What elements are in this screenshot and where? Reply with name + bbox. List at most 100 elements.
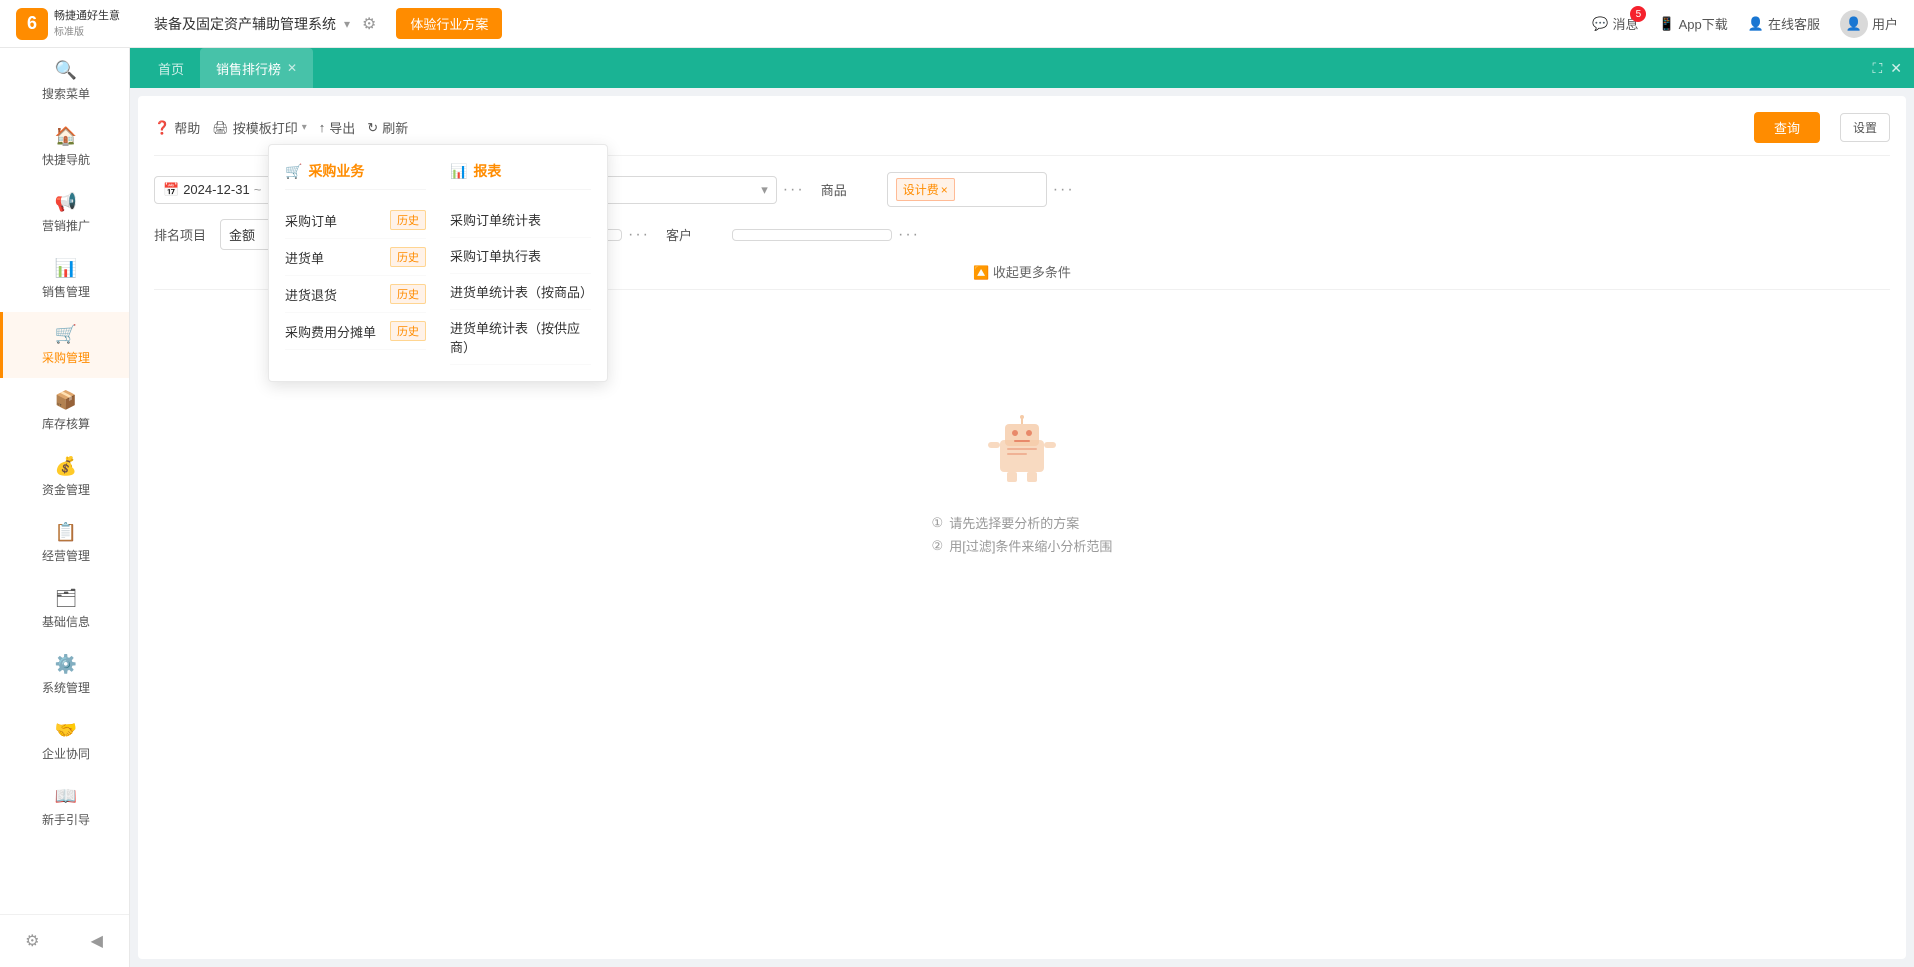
sidebar-label-finance: 资金管理 [42,481,90,498]
incoming-history-badge: 历史 [390,247,426,267]
dropdown-item-purchase-order-stat[interactable]: 采购订单统计表 [450,202,591,238]
dropdown-arrow-icon[interactable]: ▾ [344,17,350,31]
finance-icon: 💰 [55,456,77,477]
phone-icon: 📱 [1658,16,1674,32]
refresh-icon: ↻ [367,120,378,136]
sidebar-label-quicknav: 快捷导航 [42,151,90,168]
rank-item-value: 金额 [229,225,255,244]
collapse-label: 收起更多条件 [993,265,1071,280]
system-icon: ⚙️ [55,654,77,675]
sidebar-settings-btn[interactable]: ⚙ [0,923,65,959]
export-btn[interactable]: ↑ 导出 [319,118,356,137]
purchase-cost-history-badge: 历史 [390,321,426,341]
tab-close-all-icon[interactable]: ✕ [1890,60,1902,77]
sidebar-item-system[interactable]: ⚙️ 系统管理 [0,642,129,708]
page-content: ❓ 帮助 🖨 按模板打印 ▾ ↑ 导出 ↻ 刷新 [138,96,1906,959]
content-area: 首页 销售排行榜 ✕ ⛶ ✕ ❓ 帮助 [130,48,1914,967]
query-button[interactable]: 查询 [1754,112,1820,143]
step2-icon: ② [932,538,944,554]
doc-status-more-icon[interactable]: ··· [783,181,805,199]
help-btn[interactable]: ❓ 帮助 [154,118,200,137]
purchase-col-title: 🛒 采购业务 [285,161,426,190]
settings-icon[interactable]: ⚙ [358,10,380,38]
purchase-cost-label: 采购费用分摊单 [285,322,376,341]
user-btn[interactable]: 👤 用户 [1840,10,1898,38]
dropdown-item-incoming-stat-supplier[interactable]: 进货单统计表（按供应商） [450,310,591,365]
sidebar-item-marketing[interactable]: 📢 营销推广 [0,180,129,246]
dropdown-item-purchase-cost[interactable]: 采购费用分摊单 历史 [285,313,426,350]
tab-fullscreen-icon[interactable]: ⛶ [1872,60,1882,77]
purchase-order-stat-label: 采购订单统计表 [450,210,541,229]
main-area: 🔍 搜索菜单 🏠 快捷导航 📢 营销推广 📊 销售管理 🛒 采购管理 📦 [0,48,1914,967]
export-icon: ↑ [319,120,326,135]
settings-button[interactable]: 设置 [1840,113,1890,142]
collapse-icon: 🔼 [973,265,989,280]
customer-more-icon[interactable]: ··· [898,226,920,244]
salesperson-more-icon[interactable]: ··· [628,226,650,244]
goods-tag-close[interactable]: × [941,183,948,197]
goods-more-icon[interactable]: ··· [1053,181,1075,199]
reports-col: 📊 报表 采购订单统计表 采购订单执行表 进货单统计表（按商品） [450,161,591,365]
print-arrow-icon: ▾ [302,122,307,133]
sidebar-item-basicinfo[interactable]: 🗂 基础信息 [0,576,129,642]
print-btn[interactable]: 🖨 按模板打印 ▾ [212,118,307,137]
incoming-stat-goods-label: 进货单统计表（按商品） [450,282,591,301]
goods-tag: 设计费 × [896,178,955,201]
help-icon: ❓ [154,120,170,136]
sidebar-item-purchase[interactable]: 🛒 采购管理 [0,312,129,378]
calendar-icon: 📅 [163,182,179,198]
tab-home[interactable]: 首页 [142,48,200,88]
sidebar-item-sales[interactable]: 📊 销售管理 [0,246,129,312]
operations-icon: 📋 [55,522,77,543]
user-label: 用户 [1872,14,1898,33]
incoming-stat-supplier-label: 进货单统计表（按供应商） [450,318,591,356]
reports-col-title-text: 报表 [473,161,501,181]
sidebar-label-newbie: 新手引导 [42,811,90,828]
logo-line2: 标准版 [54,23,120,38]
filter-goods-cell: 商品 设计费 × ··· [821,172,1075,207]
hint2-text: 用[过滤]条件来缩小分析范围 [949,536,1112,555]
sidebar-label-operations: 经营管理 [42,547,90,564]
sidebar-item-search[interactable]: 🔍 搜索菜单 [0,48,129,114]
home-icon: 🏠 [55,126,77,147]
sidebar-label-inventory: 库存核算 [42,415,90,432]
sidebar-collapse-btn[interactable]: ◀ [65,923,130,959]
app-download-label: App下载 [1679,14,1728,33]
dropdown-item-purchase-order[interactable]: 采购订单 历史 [285,202,426,239]
message-icon: 💬 [1592,16,1608,32]
dropdown-item-incoming[interactable]: 进货单 历史 [285,239,426,276]
dropdown-item-incoming-stat-goods[interactable]: 进货单统计表（按商品） [450,274,591,310]
online-service-btn[interactable]: 👤 在线客服 [1748,14,1820,33]
return-history-badge: 历史 [390,284,426,304]
dropdown-item-return[interactable]: 进货退货 历史 [285,276,426,313]
customer-label: 客户 [666,225,726,244]
message-btn[interactable]: 💬 消息 5 [1592,14,1638,33]
sidebar-label-purchase: 采购管理 [42,349,90,366]
tab-close-icon[interactable]: ✕ [287,61,297,75]
sidebar-item-finance[interactable]: 💰 资金管理 [0,444,129,510]
print-label: 按模板打印 [233,118,298,137]
sidebar-item-quicknav[interactable]: 🏠 快捷导航 [0,114,129,180]
sidebar-item-inventory[interactable]: 📦 库存核算 [0,378,129,444]
goods-select[interactable]: 设计费 × [887,172,1047,207]
sidebar-item-newbie[interactable]: 📖 新手引导 [0,774,129,840]
tab-sales-rank[interactable]: 销售排行榜 ✕ [200,48,313,88]
avatar: 👤 [1840,10,1868,38]
message-badge: 5 [1630,6,1646,22]
print-icon: 🖨 [212,120,229,136]
purchase-business-col: 🛒 采购业务 采购订单 历史 进货单 历史 进货退货 [285,161,426,365]
online-service-label: 在线客服 [1768,14,1820,33]
industry-btn[interactable]: 体验行业方案 [396,8,502,39]
date-range-separator: ~ [254,182,262,197]
incoming-label: 进货单 [285,248,324,267]
app-download-btn[interactable]: 📱 App下载 [1658,14,1727,33]
app-container: 6 畅捷通好生意 标准版 装备及固定资产辅助管理系统 ▾ ⚙ 体验行业方案 💬 … [0,0,1914,967]
tab-bar: 首页 销售排行榜 ✕ ⛶ ✕ [130,48,1914,88]
logo-text: 畅捷通好生意 标准版 [54,9,120,38]
sidebar-item-operations[interactable]: 📋 经营管理 [0,510,129,576]
refresh-btn[interactable]: ↻ 刷新 [367,118,408,137]
dropdown-item-purchase-order-exec[interactable]: 采购订单执行表 [450,238,591,274]
customer-select[interactable] [732,229,892,241]
sidebar-item-enterprise[interactable]: 🤝 企业协同 [0,708,129,774]
tab-home-label: 首页 [158,59,184,78]
